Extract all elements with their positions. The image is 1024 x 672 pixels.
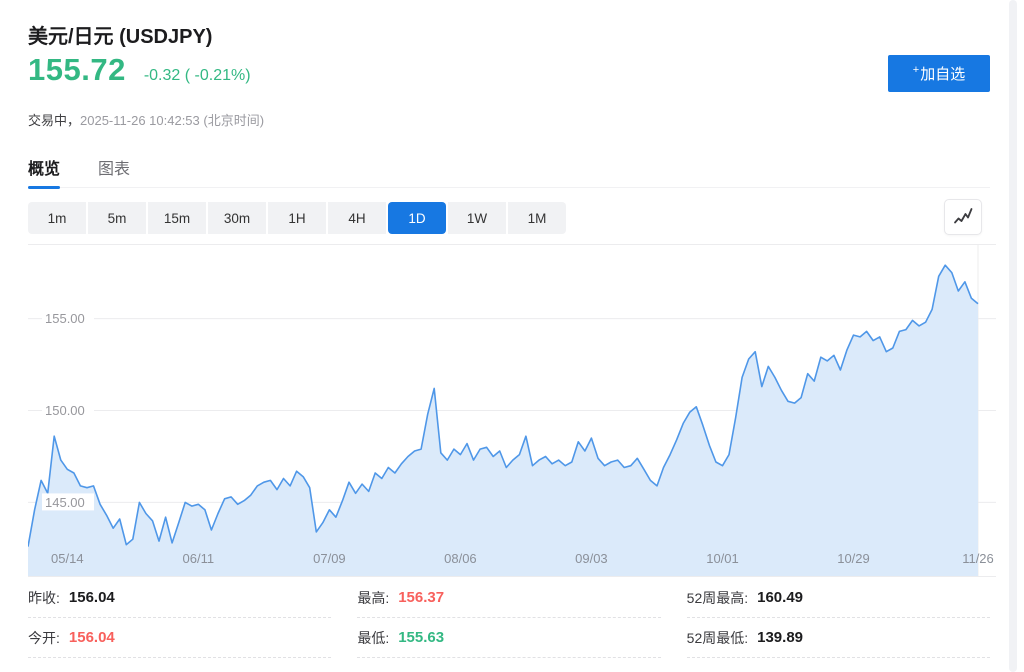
stat-value: 160.49 — [757, 589, 804, 606]
stat-label: 52周最低: — [686, 629, 749, 646]
stat-value: 139.89 — [757, 629, 804, 646]
range-5m[interactable]: 5m — [88, 202, 146, 234]
range-1m-month[interactable]: 1M — [508, 202, 566, 234]
line-chart-icon — [952, 206, 974, 229]
price-change: -0.32 ( -0.21%) — [143, 67, 251, 84]
add-watchlist-button[interactable]: +加自选 — [888, 55, 990, 92]
svg-text:150.00: 150.00 — [45, 403, 85, 418]
status-row: 交易中，2025-11-26 10:42:53 (北京时间) — [28, 110, 264, 129]
stat-label: 今开: — [28, 629, 60, 646]
stat-value: 156.04 — [68, 629, 115, 646]
stat-label: 最低: — [357, 629, 390, 646]
range-1d[interactable]: 1D — [388, 202, 446, 234]
svg-text:155.00: 155.00 — [45, 311, 85, 326]
stat-high: 最高: 156.37 — [357, 578, 661, 618]
stat-value: 155.63 — [398, 629, 445, 646]
range-selector: 1m 5m 15m 30m 1H 4H 1D 1W 1M — [28, 202, 990, 234]
chart-toolbar: 1m 5m 15m 30m 1H 4H 1D 1W 1M — [28, 199, 990, 235]
price-chart[interactable]: 145.00 150.00 155.00 05/14 06/11 07/09 08/06 09… — [28, 244, 996, 577]
svg-text:145.00: 145.00 — [45, 495, 85, 510]
svg-text:09/03: 09/03 — [575, 551, 608, 566]
tab-bar: 概览 图表 — [28, 150, 990, 189]
range-30m[interactable]: 30m — [208, 202, 266, 234]
range-1m[interactable]: 1m — [28, 202, 86, 234]
range-1w[interactable]: 1W — [448, 202, 506, 234]
stat-52w-high: 52周最高: 160.49 — [686, 578, 990, 618]
svg-text:10/29: 10/29 — [837, 551, 870, 566]
add-watchlist-label: 加自选 — [920, 66, 966, 83]
svg-text:08/06: 08/06 — [444, 551, 477, 566]
range-15m[interactable]: 15m — [148, 202, 206, 234]
quote-timestamp: 2025-11-26 10:42:53 (北京时间) — [80, 113, 265, 128]
plus-icon: + — [912, 64, 920, 76]
scrollbar[interactable] — [1009, 0, 1017, 672]
page-title: 美元/日元 (USDJPY) — [28, 26, 213, 48]
svg-text:05/14: 05/14 — [51, 551, 84, 566]
stat-label: 52周最高: — [686, 589, 749, 606]
price-row: 155.72 -0.32 ( -0.21%) — [28, 52, 251, 88]
stat-52w-low: 52周最低: 139.89 — [686, 618, 990, 658]
svg-text:06/11: 06/11 — [183, 551, 215, 566]
trading-status: 交易中， — [28, 113, 81, 128]
svg-text:11/26: 11/26 — [962, 551, 994, 566]
stat-prev-close: 昨收: 156.04 — [28, 578, 332, 618]
tab-overview[interactable]: 概览 — [28, 150, 61, 189]
stat-value: 156.37 — [398, 589, 445, 606]
stats-grid: 昨收: 156.04 最高: 156.37 52周最高: 160.49 今开: … — [28, 578, 990, 658]
stat-low: 最低: 155.63 — [357, 618, 661, 658]
tab-chart[interactable]: 图表 — [98, 150, 130, 187]
svg-text:10/01: 10/01 — [706, 551, 739, 566]
tab-chart-label: 图表 — [98, 161, 131, 178]
stat-open: 今开: 156.04 — [28, 618, 332, 658]
stat-label: 昨收: — [28, 589, 60, 606]
range-4h[interactable]: 4H — [328, 202, 386, 234]
price-chart-canvas: 145.00 150.00 155.00 05/14 06/11 07/09 08/06 09… — [28, 245, 996, 576]
svg-text:07/09: 07/09 — [313, 551, 346, 566]
chart-style-button[interactable] — [944, 199, 982, 235]
last-price: 155.72 — [28, 52, 126, 87]
quote-page: 美元/日元 (USDJPY) 155.72 -0.32 ( -0.21%) 交易… — [0, 0, 1024, 672]
stat-value: 156.04 — [68, 589, 115, 606]
tab-overview-label: 概览 — [28, 161, 61, 178]
stat-label: 最高: — [357, 589, 390, 606]
range-1h[interactable]: 1H — [268, 202, 326, 234]
